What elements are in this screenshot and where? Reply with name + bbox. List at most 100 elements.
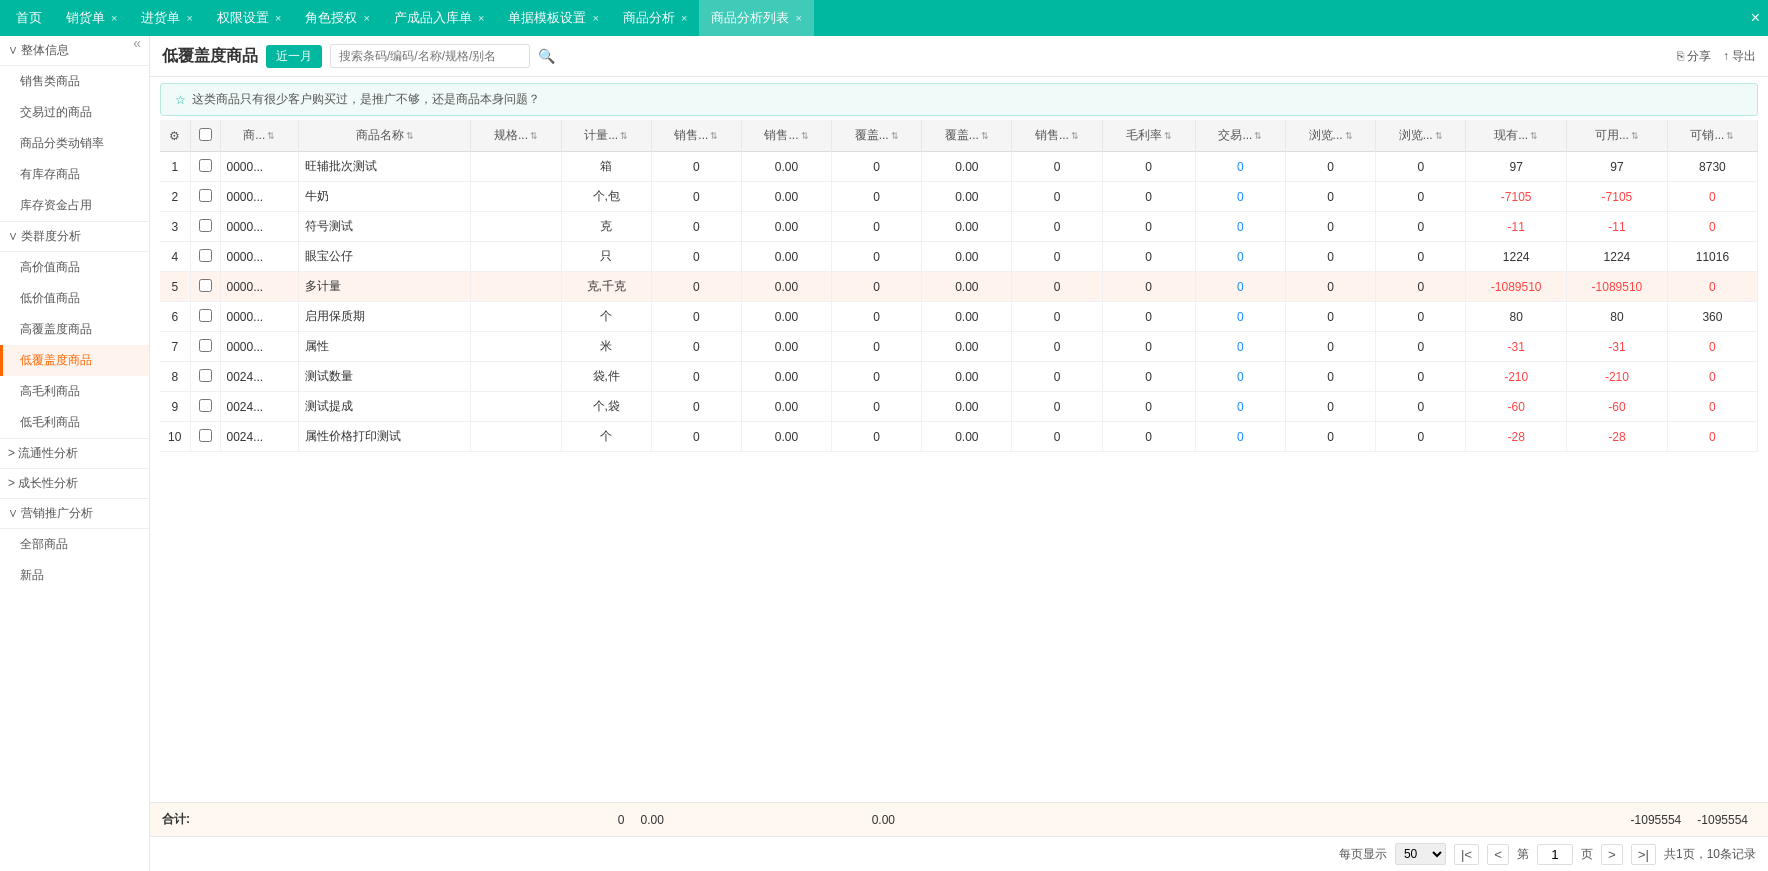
sidebar-item-stocked-goods[interactable]: 有库存商品 (0, 159, 149, 190)
nav-permissions[interactable]: 权限设置 × (205, 0, 293, 36)
col-coverage1[interactable]: 覆盖...⇅ (832, 120, 922, 152)
col-unit[interactable]: 计量...⇅ (561, 120, 651, 152)
row-checkbox[interactable] (190, 422, 220, 452)
time-filter-button[interactable]: 近一月 (266, 45, 322, 68)
nav-product-analysis[interactable]: 商品分析 × (611, 0, 699, 36)
row-name: 符号测试 (299, 212, 471, 242)
row-transaction[interactable]: 0 (1195, 392, 1285, 422)
nav-role-auth[interactable]: 角色授权 × (293, 0, 381, 36)
last-page-button[interactable]: >| (1631, 844, 1656, 865)
col-settings[interactable]: ⚙ (160, 120, 190, 152)
nav-home[interactable]: 首页 (4, 0, 54, 36)
row-transaction[interactable]: 0 (1195, 272, 1285, 302)
col-name[interactable]: 商品名称⇅ (299, 120, 471, 152)
sidebar-item-new-goods[interactable]: 新品 (0, 560, 149, 591)
sidebar-item-high-coverage[interactable]: 高覆盖度商品 (0, 314, 149, 345)
col-available-stock[interactable]: 可用...⇅ (1567, 120, 1668, 152)
nav-product-analysis-list[interactable]: 商品分析列表 × (699, 0, 813, 36)
row-index: 5 (160, 272, 190, 302)
sidebar-group-growth[interactable]: > 成长性分析 (0, 469, 149, 499)
row-checkbox[interactable] (190, 272, 220, 302)
sidebar-item-high-value[interactable]: 高价值商品 (0, 252, 149, 283)
row-checkbox[interactable] (190, 182, 220, 212)
next-page-button[interactable]: > (1601, 844, 1623, 865)
row-sellable: 11016 (1667, 242, 1757, 272)
search-button[interactable]: 🔍 (538, 48, 555, 64)
row-sales-rate: 0 (1012, 242, 1102, 272)
sidebar-collapse-btn[interactable]: « (133, 36, 141, 51)
row-current-stock: 97 (1466, 152, 1567, 182)
row-margin: 0 (1102, 152, 1195, 182)
row-transaction[interactable]: 0 (1195, 242, 1285, 272)
col-sales-rate[interactable]: 销售...⇅ (1012, 120, 1102, 152)
row-code: 0000... (220, 212, 299, 242)
sidebar-item-low-margin[interactable]: 低毛利商品 (0, 407, 149, 438)
row-sales-amount: 0.00 (741, 152, 831, 182)
share-button[interactable]: ⎘ 分享 (1677, 48, 1711, 65)
row-coverage2: 0.00 (922, 302, 1012, 332)
export-button[interactable]: ↑ 导出 (1723, 48, 1756, 65)
row-transaction[interactable]: 0 (1195, 182, 1285, 212)
col-sellable[interactable]: 可销...⇅ (1667, 120, 1757, 152)
sidebar-item-high-margin[interactable]: 高毛利商品 (0, 376, 149, 407)
col-transaction[interactable]: 交易...⇅ (1195, 120, 1285, 152)
col-checkbox[interactable] (190, 120, 220, 152)
sidebar-item-traded-goods[interactable]: 交易过的商品 (0, 97, 149, 128)
nav-purchase[interactable]: 进货单 × (129, 0, 204, 36)
per-page-select[interactable]: 50 20 100 (1395, 843, 1446, 865)
first-page-button[interactable]: |< (1454, 844, 1479, 865)
row-sales-rate: 0 (1012, 272, 1102, 302)
row-transaction[interactable]: 0 (1195, 302, 1285, 332)
col-margin[interactable]: 毛利率⇅ (1102, 120, 1195, 152)
row-margin: 0 (1102, 332, 1195, 362)
row-checkbox[interactable] (190, 152, 220, 182)
col-sales-amount[interactable]: 销售...⇅ (741, 120, 831, 152)
col-coverage2[interactable]: 覆盖...⇅ (922, 120, 1012, 152)
sidebar-item-low-value[interactable]: 低价值商品 (0, 283, 149, 314)
row-checkbox[interactable] (190, 242, 220, 272)
row-code: 0024... (220, 362, 299, 392)
row-transaction[interactable]: 0 (1195, 152, 1285, 182)
col-spec[interactable]: 规格...⇅ (471, 120, 561, 152)
info-bar: ☆ 这类商品只有很少客户购买过，是推广不够，还是商品本身问题？ (160, 83, 1758, 116)
row-checkbox[interactable] (190, 362, 220, 392)
total-label: 合计: (162, 811, 242, 828)
col-code[interactable]: 商...⇅ (220, 120, 299, 152)
row-checkbox[interactable] (190, 332, 220, 362)
col-current-stock[interactable]: 现有...⇅ (1466, 120, 1567, 152)
row-transaction[interactable]: 0 (1195, 422, 1285, 452)
col-browse1[interactable]: 浏览...⇅ (1285, 120, 1375, 152)
row-transaction[interactable]: 0 (1195, 212, 1285, 242)
sidebar-item-inventory-capital[interactable]: 库存资金占用 (0, 190, 149, 221)
row-name: 测试提成 (299, 392, 471, 422)
row-margin: 0 (1102, 182, 1195, 212)
prev-page-button[interactable]: < (1487, 844, 1509, 865)
col-sales-qty[interactable]: 销售...⇅ (651, 120, 741, 152)
sidebar-item-all-goods[interactable]: 全部商品 (0, 529, 149, 560)
select-all-checkbox[interactable] (199, 128, 212, 141)
sidebar-group-title-overview: ∨ 整体信息 (8, 42, 69, 59)
sidebar-item-sales-goods[interactable]: 销售类商品 (0, 66, 149, 97)
row-margin: 0 (1102, 242, 1195, 272)
row-sellable: 0 (1667, 182, 1757, 212)
page-input[interactable] (1537, 844, 1573, 865)
sidebar-group-category[interactable]: ∨ 类群度分析 (0, 221, 149, 252)
sidebar-item-low-coverage[interactable]: 低覆盖度商品 (0, 345, 149, 376)
export-icon: ↑ (1723, 49, 1729, 63)
row-transaction[interactable]: 0 (1195, 362, 1285, 392)
row-checkbox[interactable] (190, 302, 220, 332)
nav-template-settings[interactable]: 单据模板设置 × (496, 0, 610, 36)
row-checkbox[interactable] (190, 212, 220, 242)
sidebar-item-category-rate[interactable]: 商品分类动销率 (0, 128, 149, 159)
sidebar-group-circulation[interactable]: > 流通性分析 (0, 438, 149, 469)
nav-finished-goods[interactable]: 产成品入库单 × (382, 0, 496, 36)
nav-sales[interactable]: 销货单 × (54, 0, 129, 36)
row-checkbox[interactable] (190, 392, 220, 422)
row-margin: 0 (1102, 212, 1195, 242)
table-wrapper[interactable]: ⚙ 商...⇅ 商品名称⇅ 规格...⇅ 计量...⇅ (150, 120, 1768, 802)
row-transaction[interactable]: 0 (1195, 332, 1285, 362)
close-all-button[interactable]: × (1751, 10, 1760, 26)
search-input[interactable] (330, 44, 530, 68)
sidebar-group-marketing[interactable]: ∨ 营销推广分析 (0, 499, 149, 529)
col-browse2[interactable]: 浏览...⇅ (1376, 120, 1466, 152)
